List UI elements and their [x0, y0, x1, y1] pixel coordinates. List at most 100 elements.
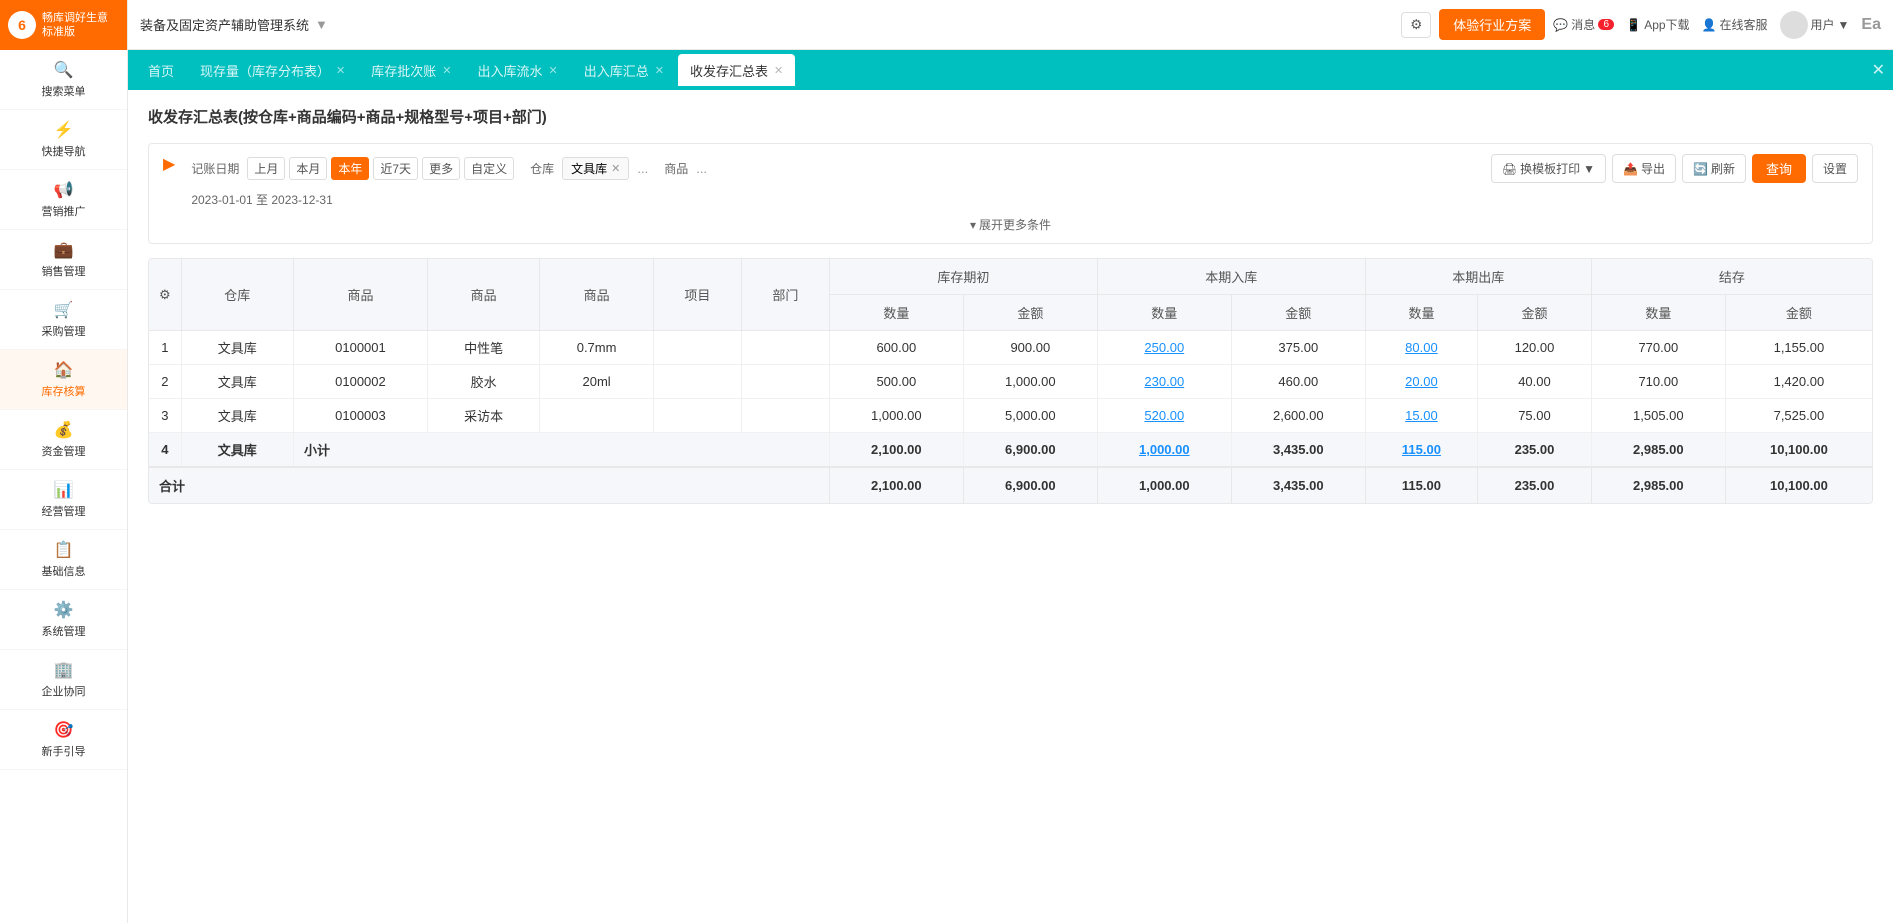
gear-button[interactable]: ⚙	[1401, 12, 1431, 38]
sidebar-label-guide: 新手引导	[42, 743, 86, 759]
sidebar-item-marketing[interactable]: 📢 营销推广	[0, 170, 127, 230]
tab-inout-flow[interactable]: 出入库流水✕	[465, 54, 569, 86]
sidebar-label-inventory: 库存核算	[42, 383, 86, 399]
sidebar-item-search[interactable]: 🔍搜索菜单	[0, 50, 127, 110]
warehouse-more[interactable]: ...	[637, 161, 648, 176]
sidebar-item-guide[interactable]: 🎯新手引导	[0, 710, 127, 770]
filter-collapse-button[interactable]: ▶	[163, 154, 175, 174]
sidebar-label-basic: 基础信息	[42, 563, 86, 579]
settings-button[interactable]: 设置	[1812, 154, 1858, 183]
row-code-2: 0100003	[293, 399, 427, 433]
marketing-icon: 📢	[54, 180, 74, 200]
tab-inventory-dist[interactable]: 现存量（库存分布表） ✕	[188, 54, 357, 86]
out-amt-header: 金额	[1478, 295, 1592, 331]
row-out-qty-2[interactable]: 15.00	[1365, 399, 1477, 433]
date-btn-more[interactable]: 更多	[422, 157, 460, 180]
user-avatar	[1780, 11, 1808, 39]
tab-receipt-summary[interactable]: 收发存汇总表✕	[678, 54, 795, 86]
tab-close-inout-flow[interactable]: ✕	[549, 64, 558, 77]
row-open-amt-1: 1,000.00	[963, 365, 1097, 399]
row-out-qty-0[interactable]: 80.00	[1365, 331, 1477, 365]
sidebar-item-quick-nav[interactable]: ⚡ 快捷导航	[0, 110, 127, 170]
subtotal-seq: 4	[149, 433, 181, 468]
date-btn-7days[interactable]: 近7天	[373, 157, 418, 180]
row-open-qty-2: 1,000.00	[829, 399, 963, 433]
date-btn-last-month[interactable]: 上月	[247, 157, 285, 180]
col-project-header: 项目	[653, 259, 741, 331]
message-badge: 6	[1598, 19, 1614, 30]
basic-icon: 📋	[54, 540, 74, 560]
date-btn-this-month[interactable]: 本月	[289, 157, 327, 180]
in-qty-header: 数量	[1097, 295, 1231, 331]
sidebar-item-finance[interactable]: 💰资金管理	[0, 410, 127, 470]
subtotal-row: 4 文具库 小计 2,100.00 6,900.00 1,000.00 3,43…	[149, 433, 1872, 468]
row-in-qty-2[interactable]: 520.00	[1097, 399, 1231, 433]
row-out-amt-2: 75.00	[1478, 399, 1592, 433]
subtotal-open-amt: 6,900.00	[963, 433, 1097, 468]
sidebar-nav: 🔍搜索菜单 ⚡ 快捷导航 📢 营销推广 💼销售管理🛒采购管理🏠库存核算💰资金管理📊经营管理…	[0, 50, 127, 923]
expand-row: 2023-01-01 至 2023-12-31	[191, 191, 1858, 208]
warehouse-remove-button[interactable]: ✕	[611, 162, 620, 175]
sidebar-item-inventory[interactable]: 🏠库存核算	[0, 350, 127, 410]
row-name-0: 中性笔	[427, 331, 539, 365]
expand-icon: ▾	[970, 218, 976, 232]
tab-close-inout-summary[interactable]: ✕	[655, 64, 664, 77]
sidebar-item-purchase[interactable]: 🛒采购管理	[0, 290, 127, 350]
filter-row: 记账日期 上月 本月 本年 近7天 更多 自定义	[191, 154, 1858, 183]
row-out-qty-1[interactable]: 20.00	[1365, 365, 1477, 399]
tab-inout-summary[interactable]: 出入库汇总✕	[572, 54, 676, 86]
online-service-button[interactable]: 👤 在线客服	[1702, 16, 1768, 33]
export-button[interactable]: 📤 导出	[1612, 154, 1676, 183]
row-project-2	[653, 399, 741, 433]
row-in-amt-2: 2,600.00	[1231, 399, 1365, 433]
row-out-amt-1: 40.00	[1478, 365, 1592, 399]
date-label: 记账日期	[191, 160, 239, 177]
quick-nav-icon: ⚡	[54, 120, 74, 140]
tab-home[interactable]: 首页	[136, 54, 186, 86]
sidebar-item-system[interactable]: ⚙️系统管理	[0, 590, 127, 650]
warehouse-label: 仓库	[530, 160, 554, 177]
row-in-qty-1[interactable]: 230.00	[1097, 365, 1231, 399]
sidebar-item-sales[interactable]: 💼销售管理	[0, 230, 127, 290]
operation-icon: 📊	[54, 480, 74, 500]
sidebar-label-marketing: 营销推广	[42, 203, 86, 219]
refresh-button[interactable]: 🔄 刷新	[1682, 154, 1746, 183]
total-out-qty: 115.00	[1365, 467, 1477, 503]
sidebar-item-enterprise[interactable]: 🏢企业协同	[0, 650, 127, 710]
app-download-button[interactable]: 📱 App下载	[1626, 16, 1689, 33]
print-template-button[interactable]: 🖨 换模板打印 ▼	[1491, 154, 1606, 183]
row-in-qty-0[interactable]: 250.00	[1097, 331, 1231, 365]
main-area: 装备及固定资产辅助管理系统 ▼ ⚙ 体验行业方案 💬 消息 6 📱 App下载 …	[128, 0, 1893, 923]
goods-more[interactable]: ...	[696, 161, 707, 176]
tab-label-inventory-dist: 现存量（库存分布表）	[200, 61, 330, 80]
warehouse-value: 文具库	[571, 160, 607, 177]
tab-close-inventory-dist[interactable]: ✕	[336, 64, 345, 77]
tab-close-receipt-summary[interactable]: ✕	[774, 64, 783, 77]
tab-batch[interactable]: 库存批次账✕	[359, 54, 463, 86]
subtotal-close-amt: 10,100.00	[1725, 433, 1872, 468]
in-amt-header: 金额	[1231, 295, 1365, 331]
tabbar-close-button[interactable]: ✕	[1872, 60, 1885, 80]
sidebar-label-quick-nav: 快捷导航	[42, 143, 86, 159]
date-btn-this-year[interactable]: 本年	[331, 157, 369, 180]
sidebar-item-basic[interactable]: 📋 基础信息	[0, 530, 127, 590]
col-code-header: 商品	[293, 259, 427, 331]
sidebar-item-operation[interactable]: 📊经营管理	[0, 470, 127, 530]
date-btn-custom[interactable]: 自定义	[464, 157, 514, 180]
topbar-actions: 💬 消息 6 📱 App下载 👤 在线客服 用户 ▼ Ea	[1553, 11, 1881, 39]
expand-conditions-button[interactable]: ▾ 展开更多条件	[970, 216, 1051, 233]
trial-button[interactable]: 体验行业方案	[1439, 9, 1545, 40]
col-settings-header[interactable]: ⚙	[149, 259, 181, 331]
user-menu-button[interactable]: 用户 ▼	[1780, 11, 1850, 39]
messages-button[interactable]: 💬 消息 6	[1553, 16, 1614, 33]
enterprise-icon: 🏢	[54, 660, 74, 680]
tab-label-home: 首页	[148, 61, 174, 80]
subtotal-in-amt: 3,435.00	[1231, 433, 1365, 468]
date-range-label: 2023-01-01 至 2023-12-31	[191, 191, 332, 208]
row-seq-1: 2	[149, 365, 181, 399]
query-button[interactable]: 查询	[1752, 154, 1806, 183]
row-open-amt-2: 5,000.00	[963, 399, 1097, 433]
search-icon: 🔍	[54, 60, 74, 80]
goods-label: 商品	[664, 160, 688, 177]
tab-close-batch[interactable]: ✕	[442, 64, 451, 77]
